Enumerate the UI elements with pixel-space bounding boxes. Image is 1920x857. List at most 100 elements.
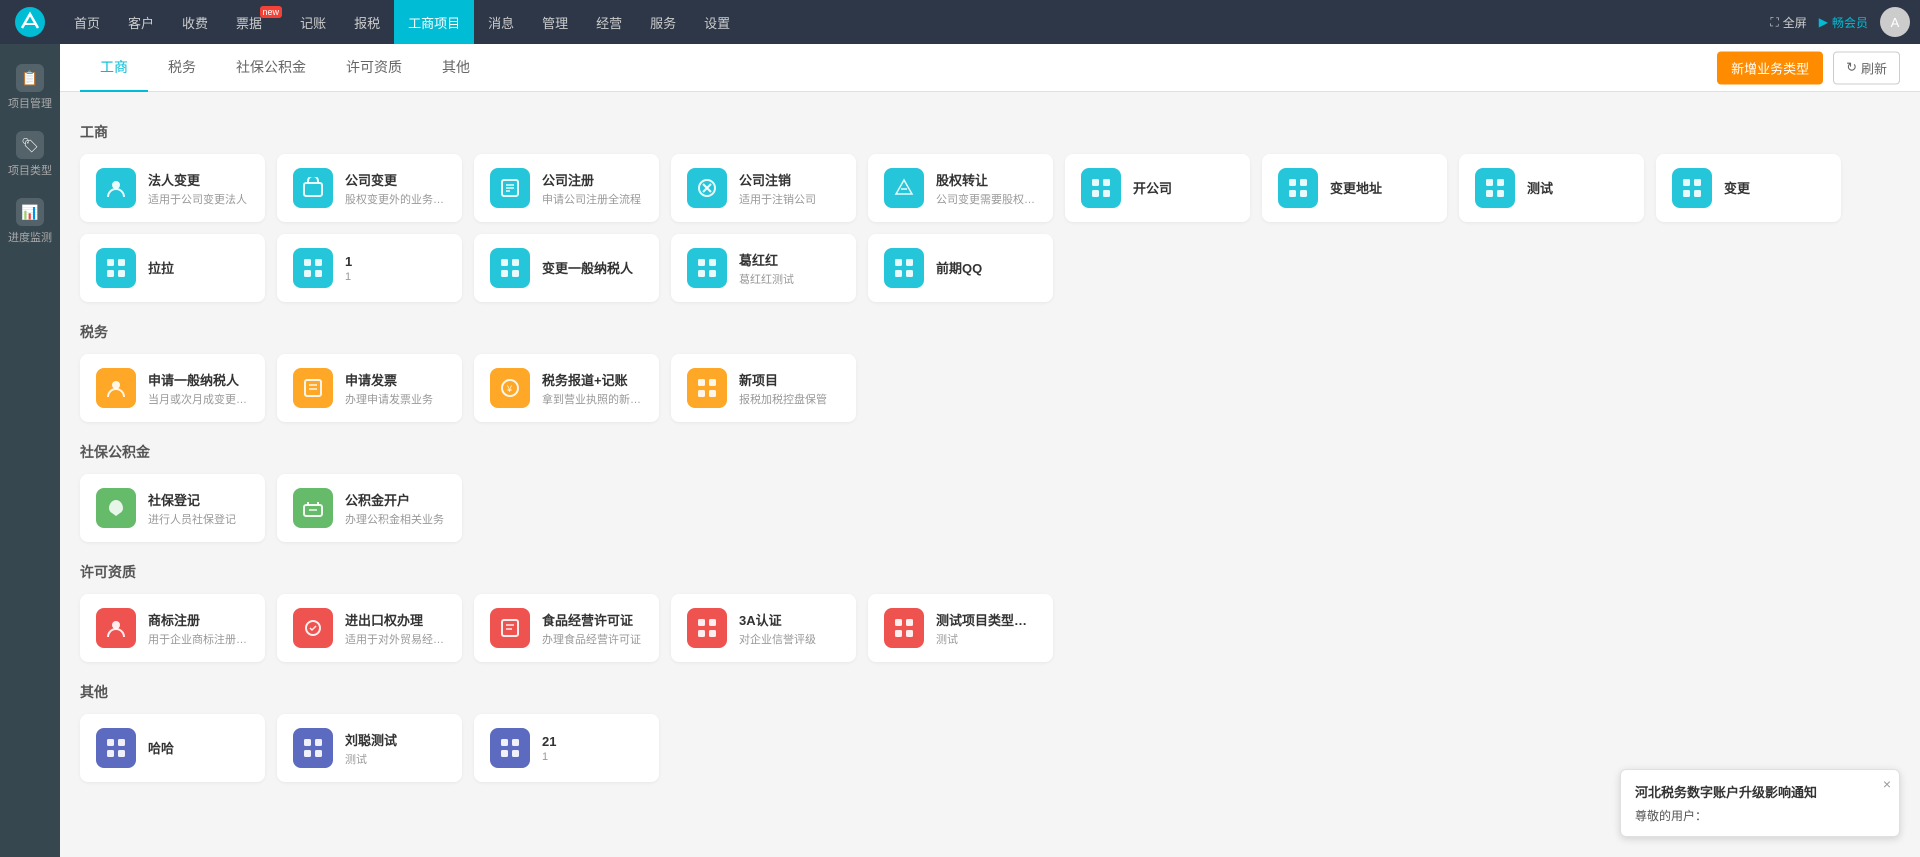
list-item[interactable]: 变更一般纳税人 [474,234,659,302]
section-title-shuiwu: 税务 [80,322,1900,342]
nav-customer[interactable]: 客户 [114,0,168,44]
card-info: 拉拉 [148,258,249,279]
app-logo[interactable] [10,2,50,42]
tab-shebao[interactable]: 社保公积金 [216,44,326,92]
card-desc: 申请公司注册全流程 [542,191,643,207]
list-item[interactable]: 法人变更适用于公司变更法人 [80,154,265,222]
gongshang-cards: 法人变更适用于公司变更法人公司变更股权变更外的业务变更公司注册申请公司注册全流程… [80,154,1900,302]
list-item[interactable]: 申请发票办理申请发票业务 [277,354,462,422]
list-item[interactable]: 哈哈 [80,714,265,782]
tabs-actions: 新增业务类型 ↻ 刷新 [1717,51,1900,84]
list-item[interactable]: 11 [277,234,462,302]
list-item[interactable]: 公司注销适用于注销公司 [671,154,856,222]
list-item[interactable]: 食品经营许可证办理食品经营许可证 [474,594,659,662]
nav-settings[interactable]: 设置 [690,0,744,44]
tab-xuke[interactable]: 许可资质 [326,44,422,92]
card-icon [293,248,333,288]
card-info: 法人变更适用于公司变更法人 [148,170,249,207]
nav-ticket[interactable]: 票据 new [222,0,286,44]
content-area: 工商 法人变更适用于公司变更法人公司变更股权变更外的业务变更公司注册申请公司注册… [60,92,1920,822]
card-info: 哈哈 [148,738,249,759]
list-item[interactable]: 开公司 [1065,154,1250,222]
card-title: 拉拉 [148,258,249,277]
card-info: 社保登记进行人员社保登记 [148,490,249,527]
card-icon [1278,168,1318,208]
list-item[interactable]: 社保登记进行人员社保登记 [80,474,265,542]
list-item[interactable]: 葛红红葛红红测试 [671,234,856,302]
sidebar-item-project-manage[interactable]: 📋 项目管理 [0,54,60,121]
card-desc: 用于企业商标注册服务 [148,631,249,647]
card-desc: 1 [542,751,643,763]
card-icon [1081,168,1121,208]
list-item[interactable]: 商标注册用于企业商标注册服务 [80,594,265,662]
tab-shuiwu[interactable]: 税务 [148,44,216,92]
card-title: 刘聪测试 [345,730,446,749]
card-desc: 1 [345,271,446,283]
card-info: 3A认证对企业信誉评级 [739,610,840,647]
member-button[interactable]: ▶ 畅会员 [1819,14,1868,31]
list-item[interactable]: 前期QQ [868,234,1053,302]
fullscreen-button[interactable]: ⛶ 全屏 [1770,14,1806,31]
nav-tax[interactable]: 报税 [340,0,394,44]
card-title: 进出口权办理 [345,610,446,629]
nav-bookkeeping[interactable]: 记账 [286,0,340,44]
card-title: 测试项目类型自定义 [936,610,1037,629]
list-item[interactable]: 测试 [1459,154,1644,222]
notification-popup: × 河北税务数字账户升级影响通知 尊敬的用户： [1620,769,1900,837]
card-info: 11 [345,254,446,283]
list-item[interactable]: 公司变更股权变更外的业务变更 [277,154,462,222]
nav-operation[interactable]: 经营 [582,0,636,44]
card-icon [687,248,727,288]
card-desc: 适用于公司变更法人 [148,191,249,207]
nav-manage[interactable]: 管理 [528,0,582,44]
list-item[interactable]: 变更地址 [1262,154,1447,222]
list-item[interactable]: 股权转让公司变更需要股权转让 [868,154,1053,222]
list-item[interactable]: 刘聪测试测试 [277,714,462,782]
section-title-gongshang: 工商 [80,122,1900,142]
nav-service[interactable]: 服务 [636,0,690,44]
svg-text:¥: ¥ [506,384,513,394]
card-info: 税务报道+记账拿到营业执照的新公司 [542,370,643,407]
card-title: 葛红红 [739,250,840,269]
nav-billing[interactable]: 收费 [168,0,222,44]
card-icon [293,728,333,768]
card-desc: 测试 [345,751,446,767]
tab-gongshang[interactable]: 工商 [80,44,148,92]
card-icon [96,608,136,648]
card-icon [687,608,727,648]
list-item[interactable]: 测试项目类型自定义测试 [868,594,1053,662]
refresh-button[interactable]: ↻ 刷新 [1833,51,1900,84]
list-item[interactable]: 3A认证对企业信誉评级 [671,594,856,662]
card-desc: 报税加税控盘保管 [739,391,840,407]
progress-icon: 📊 [16,198,44,226]
nav-home[interactable]: 首页 [60,0,114,44]
list-item[interactable]: 拉拉 [80,234,265,302]
sidebar-item-progress[interactable]: 📊 进度监测 [0,188,60,255]
card-title: 3A认证 [739,610,840,629]
list-item[interactable]: 211 [474,714,659,782]
list-item[interactable]: 新项目报税加税控盘保管 [671,354,856,422]
add-type-button[interactable]: 新增业务类型 [1717,51,1823,84]
top-nav: 首页 客户 收费 票据 new 记账 报税 工商项目 消息 管理 经营 服务 设… [0,0,1920,44]
avatar[interactable]: A [1880,7,1910,37]
list-item[interactable]: 进出口权办理适用于对外贸易经营者 [277,594,462,662]
card-info: 申请发票办理申请发票业务 [345,370,446,407]
sidebar-item-project-type[interactable]: 🏷 项目类型 [0,121,60,188]
notification-close-button[interactable]: × [1883,776,1891,792]
list-item[interactable]: 公司注册申请公司注册全流程 [474,154,659,222]
list-item[interactable]: 申请一般纳税人当月或次月成变更完成 [80,354,265,422]
xuke-cards: 商标注册用于企业商标注册服务进出口权办理适用于对外贸易经营者食品经营许可证办理食… [80,594,1900,662]
card-title: 21 [542,734,643,749]
nav-message[interactable]: 消息 [474,0,528,44]
list-item[interactable]: 变更 [1656,154,1841,222]
list-item[interactable]: 公积金开户办理公积金相关业务 [277,474,462,542]
card-icon [687,168,727,208]
card-info: 测试项目类型自定义测试 [936,610,1037,647]
tab-qita[interactable]: 其他 [422,44,490,92]
nav-items: 首页 客户 收费 票据 new 记账 报税 工商项目 消息 管理 经营 服务 设… [60,0,1770,44]
nav-industry[interactable]: 工商项目 [394,0,474,44]
card-desc: 办理申请发票业务 [345,391,446,407]
card-info: 公司注销适用于注销公司 [739,170,840,207]
list-item[interactable]: ¥ 税务报道+记账拿到营业执照的新公司 [474,354,659,422]
card-icon [96,248,136,288]
